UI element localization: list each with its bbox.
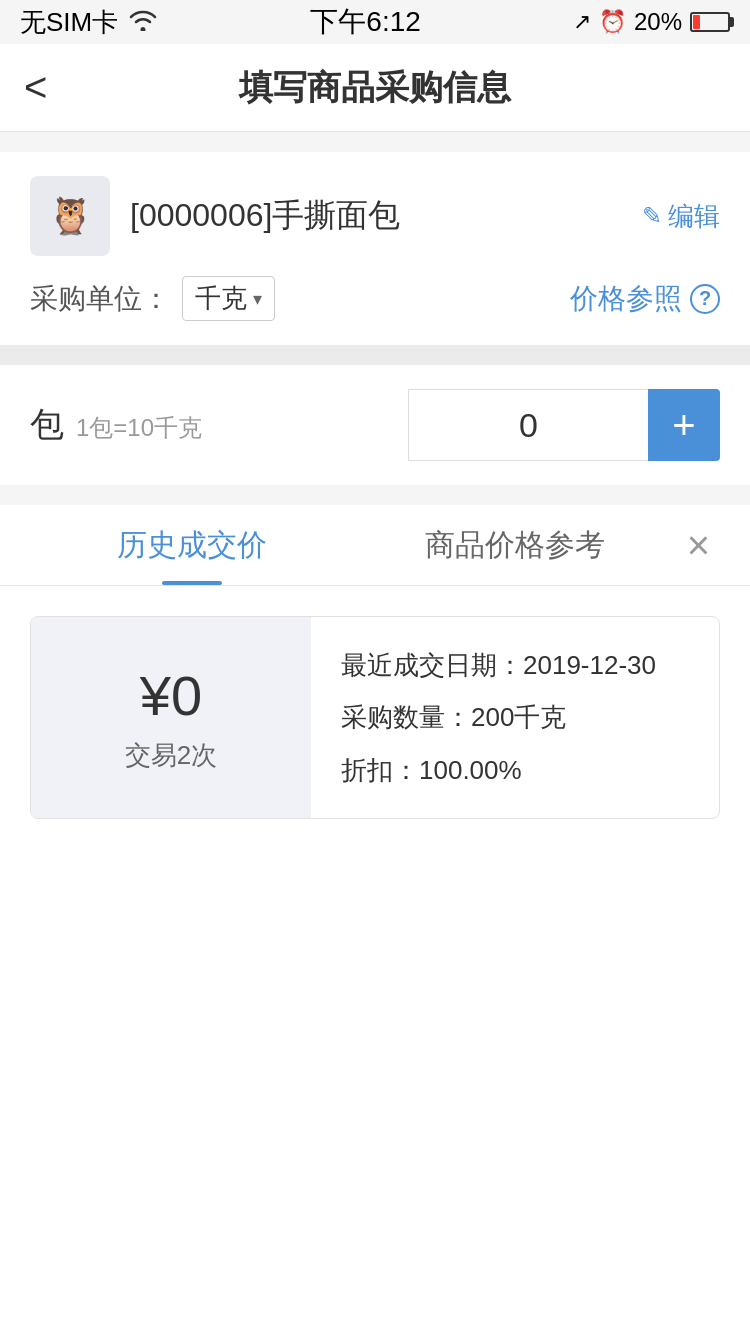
tab-product-price-ref[interactable]: 商品价格参考	[353, 505, 676, 585]
quantity-input[interactable]	[408, 389, 648, 461]
history-price-value: ¥0	[140, 664, 202, 727]
quantity-plus-button[interactable]: +	[648, 389, 720, 461]
date-value: 2019-12-30	[523, 650, 656, 680]
quantity-unit: 包	[30, 402, 64, 448]
quantity-input-group: +	[408, 389, 720, 461]
tabs-header: 历史成交价 商品价格参考 ×	[0, 505, 750, 586]
date-label: 最近成交日期：	[341, 650, 523, 680]
quantity-conversion: 1包=10千克	[76, 412, 202, 444]
edit-button[interactable]: ✎ 编辑	[642, 199, 720, 234]
tabs-container: 历史成交价 商品价格参考 × ¥0 交易2次 最近成交日期：2019-12-30…	[0, 505, 750, 849]
section-divider	[0, 345, 750, 365]
help-icon: ?	[690, 284, 720, 314]
price-ref-button[interactable]: 价格参照 ?	[570, 280, 720, 318]
back-button[interactable]: <	[24, 65, 47, 110]
tab1-label: 历史成交价	[117, 525, 267, 566]
unit-label: 采购单位：	[30, 280, 170, 318]
qty-label: 采购数量：	[341, 702, 471, 732]
tab-history-price[interactable]: 历史成交价	[30, 505, 353, 585]
unit-dropdown[interactable]: 千克 ▾	[182, 276, 275, 321]
product-header: 🦉 [0000006]手撕面包 ✎ 编辑	[30, 176, 720, 256]
status-left: 无SIM卡	[20, 5, 158, 40]
status-time: 下午6:12	[310, 3, 421, 41]
page-title: 填写商品采购信息	[239, 65, 511, 111]
product-left: 🦉 [0000006]手撕面包	[30, 176, 400, 256]
product-unit-row: 采购单位： 千克 ▾ 价格参照 ?	[30, 276, 720, 321]
tab2-label: 商品价格参考	[425, 525, 605, 566]
carrier-text: 无SIM卡	[20, 5, 118, 40]
nav-bar: < 填写商品采购信息	[0, 44, 750, 132]
unit-group: 采购单位： 千克 ▾	[30, 276, 275, 321]
bottom-area	[0, 849, 750, 1334]
location-icon: ↗	[573, 9, 591, 35]
product-owl-icon: 🦉	[48, 195, 93, 237]
status-right: ↗ ⏰ 20%	[573, 8, 730, 36]
battery-percent: 20%	[634, 8, 682, 36]
edit-label: 编辑	[668, 199, 720, 234]
product-name: [0000006]手撕面包	[130, 194, 400, 238]
history-discount-row: 折扣：100.00%	[341, 752, 689, 788]
quantity-label-group: 包 1包=10千克	[30, 402, 202, 448]
unit-value: 千克	[195, 281, 247, 316]
battery-icon	[690, 12, 730, 32]
history-price-panel: ¥0 交易2次	[31, 617, 311, 818]
price-ref-label: 价格参照	[570, 280, 682, 318]
history-qty-row: 采购数量：200千克	[341, 699, 689, 735]
edit-icon: ✎	[642, 202, 662, 230]
tabs-close-button[interactable]: ×	[677, 523, 720, 568]
product-section: 🦉 [0000006]手撕面包 ✎ 编辑 采购单位： 千克 ▾ 价格参照 ?	[0, 152, 750, 345]
history-count: 交易2次	[125, 738, 217, 773]
quantity-section: 包 1包=10千克 +	[0, 365, 750, 485]
history-date-row: 最近成交日期：2019-12-30	[341, 647, 689, 683]
qty-value: 200千克	[471, 702, 566, 732]
history-price: ¥0	[140, 663, 202, 728]
status-bar: 无SIM卡 下午6:12 ↗ ⏰ 20%	[0, 0, 750, 44]
history-card: ¥0 交易2次 最近成交日期：2019-12-30 采购数量：200千克 折扣：…	[30, 616, 720, 819]
discount-label: 折扣：	[341, 755, 419, 785]
alarm-icon: ⏰	[599, 9, 626, 35]
discount-value: 100.00%	[419, 755, 522, 785]
wifi-icon	[128, 7, 158, 38]
product-thumbnail: 🦉	[30, 176, 110, 256]
tab-content: ¥0 交易2次 最近成交日期：2019-12-30 采购数量：200千克 折扣：…	[0, 586, 750, 849]
history-details-panel: 最近成交日期：2019-12-30 采购数量：200千克 折扣：100.00%	[311, 617, 719, 818]
dropdown-arrow-icon: ▾	[253, 288, 262, 310]
